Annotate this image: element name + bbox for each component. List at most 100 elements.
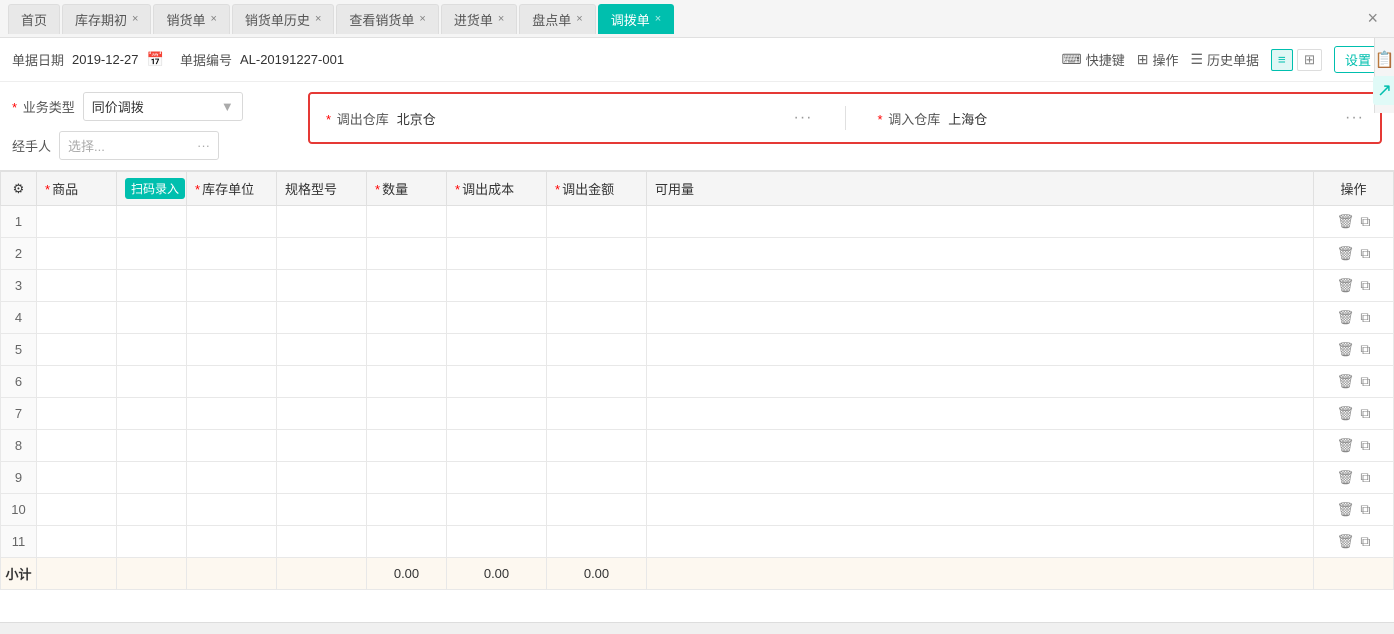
copy-icon[interactable]: ⧉ bbox=[1360, 405, 1370, 422]
table-cell[interactable] bbox=[447, 334, 547, 366]
table-cell[interactable] bbox=[547, 302, 647, 334]
table-cell[interactable] bbox=[277, 494, 367, 526]
delete-icon[interactable]: 🗑 bbox=[1337, 213, 1355, 230]
table-cell[interactable] bbox=[447, 526, 547, 558]
table-cell[interactable] bbox=[647, 462, 1314, 494]
delete-icon[interactable]: 🗑 bbox=[1337, 309, 1355, 326]
copy-icon[interactable]: ⧉ bbox=[1360, 213, 1370, 230]
table-cell[interactable] bbox=[117, 270, 187, 302]
table-cell[interactable] bbox=[117, 334, 187, 366]
table-cell[interactable] bbox=[187, 334, 277, 366]
table-cell[interactable] bbox=[277, 366, 367, 398]
operations-button[interactable]: ⊞ 操作 bbox=[1137, 50, 1179, 69]
table-cell[interactable] bbox=[367, 302, 447, 334]
table-cell[interactable] bbox=[647, 334, 1314, 366]
copy-icon[interactable]: ⧉ bbox=[1360, 469, 1370, 486]
table-cell[interactable] bbox=[547, 398, 647, 430]
table-cell[interactable] bbox=[37, 430, 117, 462]
copy-icon[interactable]: ⧉ bbox=[1360, 533, 1370, 550]
delete-icon[interactable]: 🗑 bbox=[1337, 405, 1355, 422]
table-cell[interactable] bbox=[117, 526, 187, 558]
more-dots-handler[interactable]: ··· bbox=[197, 138, 210, 153]
table-cell[interactable] bbox=[277, 238, 367, 270]
table-cell[interactable] bbox=[277, 398, 367, 430]
table-cell[interactable] bbox=[547, 206, 647, 238]
close-icon[interactable]: × bbox=[132, 13, 138, 25]
table-cell[interactable] bbox=[367, 366, 447, 398]
history-button[interactable]: ☰ 历史单据 bbox=[1190, 50, 1259, 69]
business-type-select[interactable]: 同价调拨 ▼ bbox=[83, 92, 243, 121]
table-cell[interactable] bbox=[117, 206, 187, 238]
table-cell[interactable] bbox=[367, 526, 447, 558]
delete-icon[interactable]: 🗑 bbox=[1337, 277, 1355, 294]
close-icon[interactable]: × bbox=[210, 13, 216, 25]
table-cell[interactable] bbox=[647, 494, 1314, 526]
out-warehouse-more-button[interactable]: ··· bbox=[794, 109, 813, 127]
table-cell[interactable] bbox=[547, 366, 647, 398]
gear-icon[interactable]: ⚙ bbox=[13, 181, 25, 196]
table-cell[interactable] bbox=[117, 430, 187, 462]
table-cell[interactable] bbox=[187, 302, 277, 334]
close-icon[interactable]: × bbox=[576, 13, 582, 25]
table-cell[interactable] bbox=[367, 462, 447, 494]
table-cell[interactable] bbox=[647, 238, 1314, 270]
table-cell[interactable] bbox=[277, 302, 367, 334]
table-cell[interactable] bbox=[187, 526, 277, 558]
table-cell[interactable] bbox=[187, 494, 277, 526]
table-cell[interactable] bbox=[447, 238, 547, 270]
table-cell[interactable] bbox=[117, 462, 187, 494]
side-notes-icon[interactable]: 📋 bbox=[1371, 46, 1394, 74]
table-cell[interactable] bbox=[547, 494, 647, 526]
table-cell[interactable] bbox=[37, 494, 117, 526]
table-cell[interactable] bbox=[187, 398, 277, 430]
table-cell[interactable] bbox=[367, 430, 447, 462]
tab-sales-order[interactable]: 销货单 × bbox=[153, 4, 229, 34]
table-cell[interactable] bbox=[547, 270, 647, 302]
table-cell[interactable] bbox=[117, 302, 187, 334]
table-cell[interactable] bbox=[187, 270, 277, 302]
table-cell[interactable] bbox=[367, 270, 447, 302]
handler-select[interactable]: 选择... ··· bbox=[59, 131, 219, 160]
copy-icon[interactable]: ⧉ bbox=[1360, 341, 1370, 358]
table-cell[interactable] bbox=[277, 270, 367, 302]
table-cell[interactable] bbox=[187, 238, 277, 270]
table-cell[interactable] bbox=[277, 334, 367, 366]
delete-icon[interactable]: 🗑 bbox=[1337, 373, 1355, 390]
table-cell[interactable] bbox=[447, 430, 547, 462]
table-cell[interactable] bbox=[367, 334, 447, 366]
table-cell[interactable] bbox=[117, 238, 187, 270]
tab-purchase[interactable]: 进货单 × bbox=[441, 4, 517, 34]
table-cell[interactable] bbox=[37, 238, 117, 270]
shortcuts-button[interactable]: ⌨ 快捷键 bbox=[1061, 50, 1124, 69]
table-cell[interactable] bbox=[547, 334, 647, 366]
table-cell[interactable] bbox=[117, 494, 187, 526]
table-cell[interactable] bbox=[117, 398, 187, 430]
table-cell[interactable] bbox=[547, 526, 647, 558]
tab-stocktake[interactable]: 盘点单 × bbox=[519, 4, 595, 34]
table-cell[interactable] bbox=[37, 270, 117, 302]
copy-icon[interactable]: ⧉ bbox=[1360, 309, 1370, 326]
horizontal-scrollbar[interactable] bbox=[0, 622, 1394, 634]
copy-icon[interactable]: ⧉ bbox=[1360, 437, 1370, 454]
table-cell[interactable] bbox=[187, 206, 277, 238]
window-close-button[interactable]: × bbox=[1359, 8, 1386, 29]
table-cell[interactable] bbox=[547, 430, 647, 462]
table-cell[interactable] bbox=[447, 494, 547, 526]
close-icon[interactable]: × bbox=[315, 13, 321, 25]
table-cell[interactable] bbox=[37, 206, 117, 238]
copy-icon[interactable]: ⧉ bbox=[1360, 501, 1370, 518]
table-cell[interactable] bbox=[647, 206, 1314, 238]
table-cell[interactable] bbox=[367, 494, 447, 526]
table-cell[interactable] bbox=[447, 270, 547, 302]
table-cell[interactable] bbox=[447, 462, 547, 494]
delete-icon[interactable]: 🗑 bbox=[1337, 501, 1355, 518]
list-view-button[interactable]: ≡ bbox=[1271, 49, 1293, 71]
table-cell[interactable] bbox=[447, 302, 547, 334]
table-cell[interactable] bbox=[647, 526, 1314, 558]
table-cell[interactable] bbox=[37, 334, 117, 366]
table-cell[interactable] bbox=[37, 302, 117, 334]
tab-sales-history[interactable]: 销货单历史 × bbox=[232, 4, 334, 34]
table-cell[interactable] bbox=[647, 366, 1314, 398]
table-cell[interactable] bbox=[187, 462, 277, 494]
copy-icon[interactable]: ⧉ bbox=[1360, 373, 1370, 390]
